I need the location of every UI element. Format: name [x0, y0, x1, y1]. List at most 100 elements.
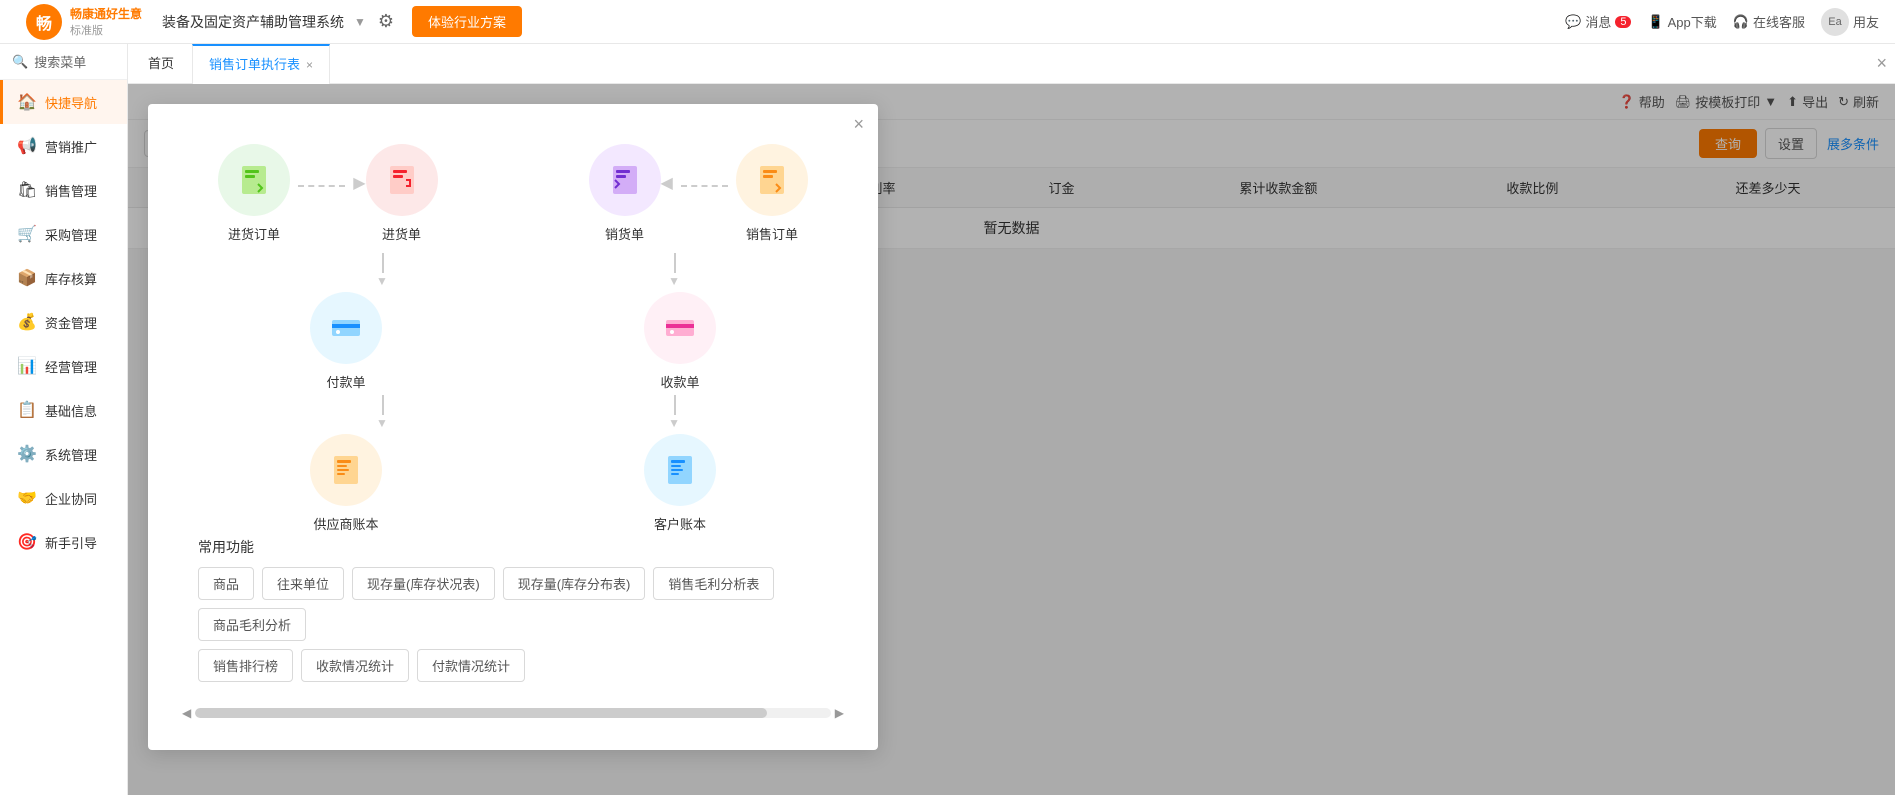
sidebar-item-basic[interactable]: 📋 基础信息: [0, 388, 127, 432]
receipt-circle: [644, 292, 716, 364]
sidebar-item-label: 销售管理: [45, 181, 97, 200]
sidebar-item-finance[interactable]: 💰 资金管理: [0, 300, 127, 344]
arrow-purchase-order-to-purchase-bill: ▶: [290, 173, 366, 215]
tab-close-icon[interactable]: ×: [306, 45, 313, 85]
flow-row-2: 付款单 收款单: [178, 288, 848, 395]
sidebar-item-label: 企业协同: [45, 489, 97, 508]
sidebar-item-label: 新手引导: [45, 533, 97, 552]
func-btn-receipt-stat[interactable]: 收款情况统计: [301, 649, 409, 682]
beginner-icon: 🎯: [17, 532, 37, 552]
online-service-button[interactable]: 🎧 在线客服: [1733, 12, 1805, 31]
flow-item-sales-bill[interactable]: 销货单: [589, 144, 661, 243]
flow-item-payment[interactable]: 付款单: [310, 292, 382, 391]
func-btn-contacts[interactable]: 往来单位: [262, 567, 344, 600]
func-btn-sales-rank[interactable]: 销售排行榜: [198, 649, 293, 682]
sidebar-item-beginner[interactable]: 🎯 新手引导: [0, 520, 127, 564]
message-icon: 💬: [1565, 14, 1581, 30]
sidebar-item-system[interactable]: ⚙️ 系统管理: [0, 432, 127, 476]
tab-bar-right: ×: [1876, 53, 1895, 74]
sidebar-item-sales[interactable]: 🛍 销售管理: [0, 168, 127, 212]
purchase-order-circle: [218, 144, 290, 216]
sidebar-item-label: 资金管理: [45, 313, 97, 332]
content-area: 首页 销售订单执行表 × × ❓ 帮助: [128, 44, 1895, 795]
tab-sales-order[interactable]: 销售订单执行表 ×: [192, 44, 330, 84]
marketing-icon: 📢: [17, 136, 37, 156]
flow-item-sales-order[interactable]: 销售订单: [736, 144, 808, 243]
purchase-bill-circle: [366, 144, 438, 216]
flow-item-receipt[interactable]: 收款单: [644, 292, 716, 391]
func-btn-product[interactable]: 商品: [198, 567, 254, 600]
common-functions-title: 常用功能: [198, 537, 828, 557]
tab-bar: 首页 销售订单执行表 × ×: [128, 44, 1895, 84]
func-btn-stock-status[interactable]: 现存量(库存状况表): [352, 567, 495, 600]
modal-scrollbar[interactable]: [195, 708, 831, 718]
tab-home[interactable]: 首页: [132, 44, 190, 84]
search-icon: 🔍: [12, 54, 28, 70]
sidebar-item-purchase[interactable]: 🛒 采购管理: [0, 212, 127, 256]
scroll-right-arrow[interactable]: ▶: [835, 706, 844, 720]
func-btn-product-gross[interactable]: 商品毛利分析: [198, 608, 306, 641]
sidebar-item-label: 营销推广: [45, 137, 97, 156]
sidebar-item-quick-nav[interactable]: 🏠 快捷导航: [0, 80, 127, 124]
down-arrow-purchase-bill: ▼: [346, 253, 388, 288]
top-right-actions: 💬 消息 5 📱 App下载 🎧 在线客服 Ea 用友: [1565, 8, 1879, 36]
sidebar-item-label: 系统管理: [45, 445, 97, 464]
flow-item-supplier-ledger[interactable]: 供应商账本: [310, 434, 382, 533]
supplier-ledger-circle: [310, 434, 382, 506]
flow-down-arrows-row-2: ▼ ▼: [178, 395, 848, 430]
modal-box: × 进货订单: [148, 104, 878, 750]
func-btn-sales-gross[interactable]: 销售毛利分析表: [653, 567, 774, 600]
message-button[interactable]: 💬 消息 5: [1565, 12, 1631, 31]
sidebar-item-label: 快捷导航: [45, 93, 97, 112]
modal-overlay[interactable]: × 进货订单: [128, 84, 1895, 795]
spacer3: [388, 395, 638, 430]
trial-button[interactable]: 体验行业方案: [412, 6, 522, 37]
sidebar-item-label: 基础信息: [45, 401, 97, 420]
flow-row-1: 进货订单 ▶: [178, 134, 848, 253]
sidebar-item-collab[interactable]: 🤝 企业协同: [0, 476, 127, 520]
modal-close-button[interactable]: ×: [853, 114, 864, 135]
flow-item-purchase-order[interactable]: 进货订单: [218, 144, 290, 243]
dropdown-arrow[interactable]: ▼: [354, 15, 366, 29]
service-icon: 🎧: [1733, 14, 1749, 30]
app-download-button[interactable]: 📱 App下载: [1647, 12, 1716, 31]
inventory-icon: 📦: [17, 268, 37, 288]
scroll-left-arrow[interactable]: ◀: [182, 706, 191, 720]
flow-item-customer-ledger[interactable]: 客户账本: [644, 434, 716, 533]
close-all-icon[interactable]: ×: [1876, 53, 1887, 73]
sidebar-item-operation[interactable]: 📊 经营管理: [0, 344, 127, 388]
func-btn-payment-stat[interactable]: 付款情况统计: [417, 649, 525, 682]
logo-text: 畅康通好生意 标准版: [70, 5, 142, 38]
sales-bill-circle: [589, 144, 661, 216]
sales-icon: 🛍: [17, 180, 37, 200]
collab-icon: 🤝: [17, 488, 37, 508]
message-badge: 5: [1615, 16, 1631, 28]
flow-item-purchase-bill[interactable]: 进货单: [366, 144, 438, 243]
user-menu[interactable]: Ea 用友: [1821, 8, 1879, 36]
top-bar: 畅 畅康通好生意 标准版 装备及固定资产辅助管理系统 ▼ ⚙ 体验行业方案 💬 …: [0, 0, 1895, 44]
down-arrow-sales-bill: ▼: [638, 253, 680, 288]
purchase-icon: 🛒: [17, 224, 37, 244]
sidebar-nav: 🏠 快捷导航 📢 营销推广 🛍 销售管理 🛒 采购管理 📦 库存核: [0, 80, 127, 795]
spacer: [388, 253, 638, 288]
sidebar-item-marketing[interactable]: 📢 营销推广: [0, 124, 127, 168]
flow-row-3: 供应商账本 客户账本: [178, 430, 848, 537]
sidebar-item-inventory[interactable]: 📦 库存核算: [0, 256, 127, 300]
system-title: 装备及固定资产辅助管理系统: [162, 12, 344, 32]
user-avatar: Ea: [1821, 8, 1849, 36]
home-icon: 🏠: [17, 92, 37, 112]
function-buttons-row2: 销售排行榜 收款情况统计 付款情况统计: [198, 649, 828, 682]
payment-circle: [310, 292, 382, 364]
sidebar-item-label: 经营管理: [45, 357, 97, 376]
finance-icon: 💰: [17, 312, 37, 332]
page-content: ❓ 帮助 🖨 按模板打印 ▼ ⬆ 导出 ↻: [128, 84, 1895, 795]
search-menu[interactable]: 🔍 搜索菜单: [0, 44, 127, 80]
customer-ledger-circle: [644, 434, 716, 506]
down-arrow-payment: ▼: [346, 395, 388, 430]
settings-icon[interactable]: ⚙: [378, 11, 394, 32]
func-btn-stock-dist[interactable]: 现存量(库存分布表): [503, 567, 646, 600]
function-buttons: 商品 往来单位 现存量(库存状况表) 现存量(库存分布表) 销售毛利分析表 商品…: [198, 567, 828, 641]
flow-diagram: 进货订单 ▶: [178, 134, 848, 537]
down-arrow-receipt: ▼: [638, 395, 680, 430]
sidebar-item-label: 库存核算: [45, 269, 97, 288]
